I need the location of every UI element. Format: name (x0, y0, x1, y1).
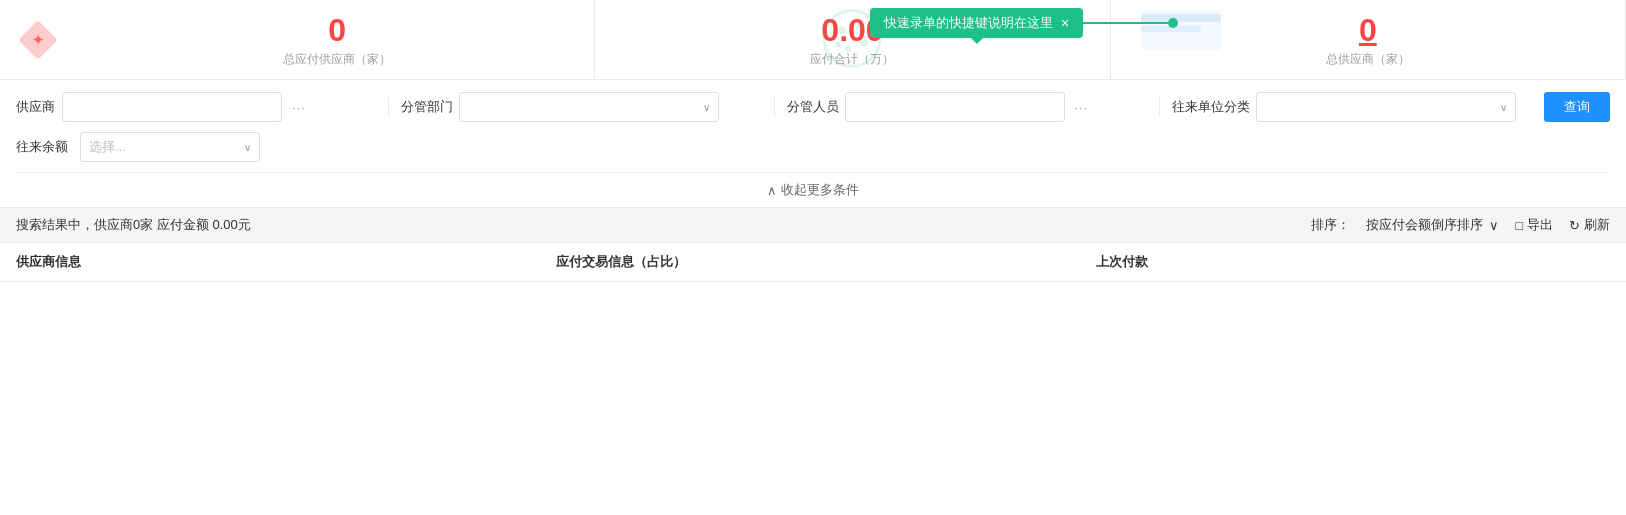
balance-chevron: ∨ (244, 142, 251, 153)
unit-category-select[interactable]: ∨ (1256, 92, 1516, 122)
collapse-button[interactable]: ∧ 收起更多条件 (16, 172, 1610, 207)
sort-chevron: ∨ (1489, 218, 1499, 233)
collapse-icon: ∧ (767, 183, 777, 198)
tooltip-line (1078, 18, 1178, 28)
balance-placeholder: 选择... (89, 138, 126, 156)
col-transaction: 应付交易信息（占比） (556, 253, 1096, 271)
balance-label: 往来余额 (16, 138, 68, 156)
logo-area: ✦ (16, 18, 60, 62)
divider-1 (388, 97, 389, 117)
search-button[interactable]: 查询 (1544, 92, 1610, 122)
manager-dots[interactable]: ··· (1071, 100, 1093, 115)
department-chevron: ∨ (703, 102, 710, 113)
divider-3 (1159, 97, 1160, 117)
sort-select[interactable]: 按应付会额倒序排序 ∨ (1366, 216, 1499, 234)
svg-text:✦: ✦ (32, 32, 44, 48)
balance-select[interactable]: 选择... ∨ (80, 132, 260, 162)
filter-group-unit-category: 往来单位分类 ∨ (1172, 92, 1532, 122)
results-bar: 搜索结果中，供应商0家 应付金额 0.00元 排序： 按应付会额倒序排序 ∨ □… (0, 208, 1626, 243)
unit-category-chevron: ∨ (1500, 102, 1507, 113)
total-suppliers-label: 总供应商（家） (1326, 51, 1410, 68)
tooltip-text: 快速录单的快捷键说明在这里 (884, 14, 1053, 32)
sort-value: 按应付会额倒序排序 (1366, 216, 1483, 234)
filter-group-supplier: 供应商 ··· (16, 92, 376, 122)
results-summary: 搜索结果中，供应商0家 应付金额 0.00元 (16, 216, 251, 234)
supplier-label: 供应商 (16, 98, 56, 116)
table-header: 供应商信息 应付交易信息（占比） 上次付款 (0, 243, 1626, 282)
manager-input[interactable] (845, 92, 1065, 122)
collapse-label: 收起更多条件 (781, 181, 859, 199)
supplier-input[interactable] (62, 92, 282, 122)
department-label: 分管部门 (401, 98, 453, 116)
sort-label: 排序： (1311, 216, 1350, 234)
refresh-button[interactable]: ↻ 刷新 (1569, 216, 1610, 234)
filter-section: 供应商 ··· 分管部门 ∨ 分管人员 ··· 往来单位分类 ∨ (0, 80, 1626, 208)
stat-payable-suppliers: 0 总应付供应商（家） (0, 0, 595, 79)
export-icon: □ (1515, 218, 1523, 233)
tooltip-popup: 快速录单的快捷键说明在这里 × (870, 8, 1083, 38)
col-last-payment: 上次付款 (1096, 253, 1610, 271)
filter-group-department: 分管部门 ∨ (401, 92, 761, 122)
stats-bar: 0 总应付供应商（家） 0.00 应付合计（万） 0 总供应商（家） (0, 0, 1626, 80)
refresh-label: 刷新 (1584, 216, 1610, 234)
total-suppliers-value: 0 (1359, 11, 1377, 49)
diamond-icon: ✦ (16, 18, 60, 62)
filter-group-manager: 分管人员 ··· (787, 92, 1147, 122)
table-body (0, 282, 1626, 515)
manager-label: 分管人员 (787, 98, 839, 116)
stat-total-suppliers: 0 总供应商（家） (1111, 0, 1626, 79)
filter-row-1: 供应商 ··· 分管部门 ∨ 分管人员 ··· 往来单位分类 ∨ (16, 92, 1610, 122)
filter-row-2: 往来余额 选择... ∨ (16, 132, 1610, 162)
supplier-dots[interactable]: ··· (288, 100, 310, 115)
divider-2 (774, 97, 775, 117)
results-actions: 排序： 按应付会额倒序排序 ∨ □ 导出 ↻ 刷新 (1311, 216, 1610, 234)
department-select[interactable]: ∨ (459, 92, 719, 122)
unit-category-label: 往来单位分类 (1172, 98, 1250, 116)
col-supplier-info: 供应商信息 (16, 253, 556, 271)
payable-suppliers-label: 总应付供应商（家） (283, 51, 391, 68)
export-button[interactable]: □ 导出 (1515, 216, 1553, 234)
payable-suppliers-value: 0 (328, 11, 346, 49)
export-label: 导出 (1527, 216, 1553, 234)
tooltip-close[interactable]: × (1061, 15, 1069, 31)
payable-total-label: 应付合计（万） (810, 51, 894, 68)
refresh-icon: ↻ (1569, 218, 1580, 233)
